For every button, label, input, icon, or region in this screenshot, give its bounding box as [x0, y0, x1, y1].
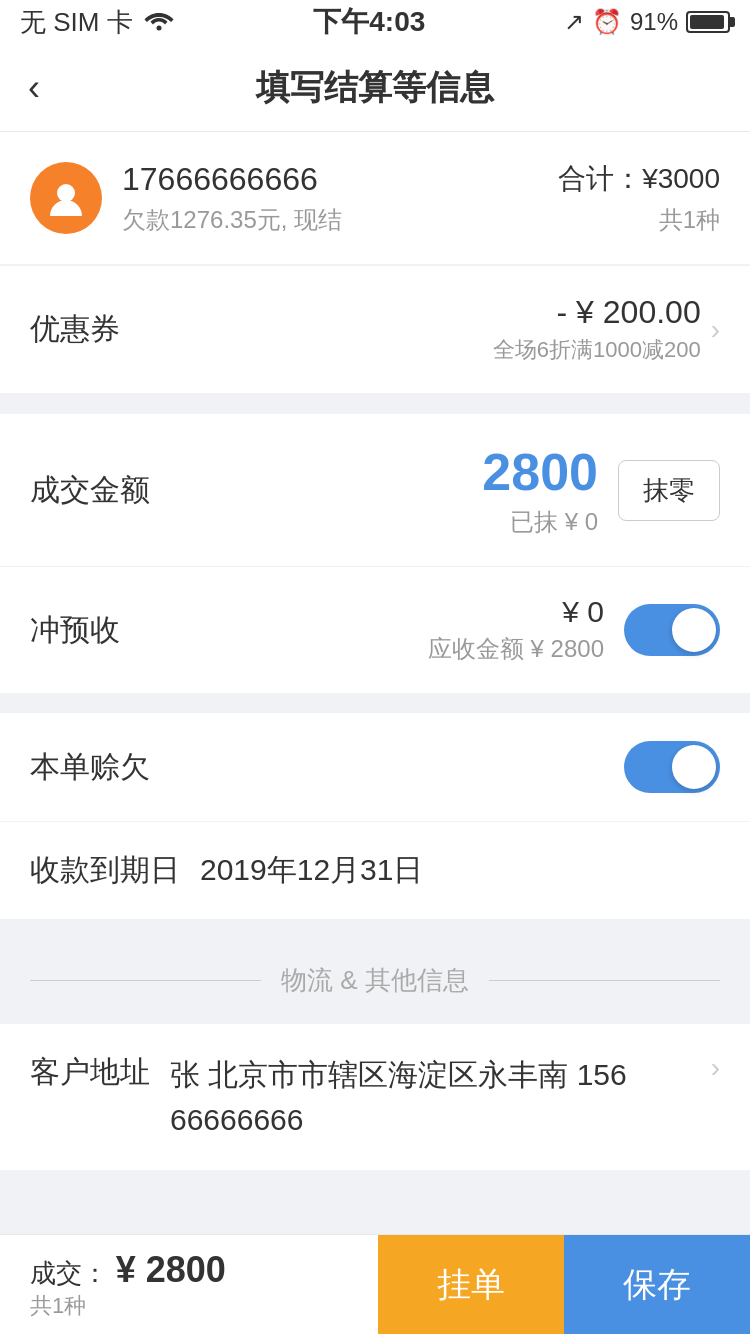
logistics-line-right [489, 980, 720, 981]
coupon-value: - ¥ 200.00 全场6折满1000减200 [150, 294, 701, 365]
total-amount: 合计：¥3000 [558, 160, 720, 198]
back-button[interactable]: ‹ [28, 67, 40, 109]
svg-point-1 [57, 184, 75, 202]
coupon-label: 优惠券 [30, 309, 150, 350]
carrier-text: 无 SIM 卡 [20, 5, 133, 40]
address-value: 张 北京市市辖区海淀区永丰南 156 66666666 [170, 1052, 701, 1142]
summary-amount: ¥ 2800 [116, 1249, 226, 1290]
prepay-amount: ¥ 0 [150, 595, 604, 629]
deal-amount-already: 已抹 ¥ 0 [150, 506, 598, 538]
duedate-section: 收款到期日 2019年12月31日 [0, 822, 750, 919]
location-icon: ↗ [564, 8, 584, 36]
alarm-icon: ⏰ [592, 8, 622, 36]
section-divider-2 [0, 693, 750, 713]
save-button[interactable]: 保存 [564, 1235, 750, 1335]
order-total: 合计：¥3000 共1种 [558, 160, 720, 236]
total-value: ¥3000 [642, 163, 720, 194]
prepay-receivable: 应收金额 ¥ 2800 [150, 633, 604, 665]
logistics-text: 物流 & 其他信息 [261, 963, 489, 998]
address-chevron-icon: › [711, 1052, 720, 1084]
page-title: 填写结算等信息 [256, 65, 494, 111]
deal-amount-label: 成交金额 [30, 470, 150, 511]
address-section[interactable]: 客户地址 张 北京市市辖区海淀区永丰南 156 66666666 › [0, 1024, 750, 1170]
customer-phone: 17666666666 [122, 161, 558, 198]
logistics-line-left [30, 980, 261, 981]
coupon-desc: 全场6折满1000减200 [150, 335, 701, 365]
deal-amount-value-wrap: 2800 已抹 ¥ 0 [150, 442, 598, 538]
deal-amount-value: 2800 [150, 442, 598, 502]
prepay-label: 冲预收 [30, 610, 150, 651]
logistics-divider: 物流 & 其他信息 [0, 939, 750, 1022]
prepay-toggle[interactable] [624, 604, 720, 656]
section-divider-3 [0, 919, 750, 939]
deal-amount-section: 成交金额 2800 已抹 ¥ 0 抹零 [0, 414, 750, 567]
debit-label: 本单赊欠 [30, 747, 604, 788]
customer-info-card: 17666666666 欠款1276.35元, 现结 合计：¥3000 共1种 [0, 132, 750, 264]
duedate-value: 2019年12月31日 [200, 850, 423, 891]
debit-toggle-knob [672, 745, 716, 789]
pending-button[interactable]: 挂单 [378, 1235, 564, 1335]
bottom-bar: 成交： ¥ 2800 共1种 挂单 保存 [0, 1234, 750, 1334]
status-bar-right: ↗ ⏰ 91% [564, 8, 730, 36]
customer-details: 17666666666 欠款1276.35元, 现结 [122, 161, 558, 236]
total-count: 共1种 [558, 204, 720, 236]
status-bar: 无 SIM 卡 下午4:03 ↗ ⏰ 91% [0, 0, 750, 44]
battery-icon [686, 11, 730, 33]
round-zero-button[interactable]: 抹零 [618, 460, 720, 521]
nav-bar: ‹ 填写结算等信息 [0, 44, 750, 132]
coupon-amount: - ¥ 200.00 [150, 294, 701, 331]
avatar [30, 162, 102, 234]
battery-percent: 91% [630, 8, 678, 36]
status-bar-left: 无 SIM 卡 [20, 5, 175, 40]
address-label: 客户地址 [30, 1052, 150, 1093]
duedate-label: 收款到期日 [30, 850, 180, 891]
summary-count: 共1种 [30, 1291, 348, 1321]
coupon-row[interactable]: 优惠券 - ¥ 200.00 全场6折满1000减200 › [0, 266, 750, 394]
total-label: 合计： [558, 163, 642, 194]
customer-debt: 欠款1276.35元, 现结 [122, 204, 558, 236]
debit-toggle[interactable] [624, 741, 720, 793]
wifi-icon [143, 7, 175, 38]
svg-point-0 [156, 25, 161, 30]
debit-section: 本单赊欠 [0, 713, 750, 822]
status-bar-time: 下午4:03 [313, 3, 425, 41]
chevron-right-icon: › [711, 314, 720, 346]
content: 17666666666 欠款1276.35元, 现结 合计：¥3000 共1种 … [0, 132, 750, 1334]
prepay-section: 冲预收 ¥ 0 应收金额 ¥ 2800 [0, 567, 750, 693]
deal-amount-row: 成交金额 2800 已抹 ¥ 0 抹零 [30, 442, 720, 538]
prepay-value-wrap: ¥ 0 应收金额 ¥ 2800 [150, 595, 604, 665]
summary-label: 成交： [30, 1258, 108, 1288]
section-divider [0, 394, 750, 414]
toggle-knob [672, 608, 716, 652]
prepay-row: 冲预收 ¥ 0 应收金额 ¥ 2800 [30, 595, 720, 665]
bottom-summary: 成交： ¥ 2800 共1种 [0, 1249, 378, 1321]
bottom-summary-line1: 成交： ¥ 2800 [30, 1249, 348, 1291]
